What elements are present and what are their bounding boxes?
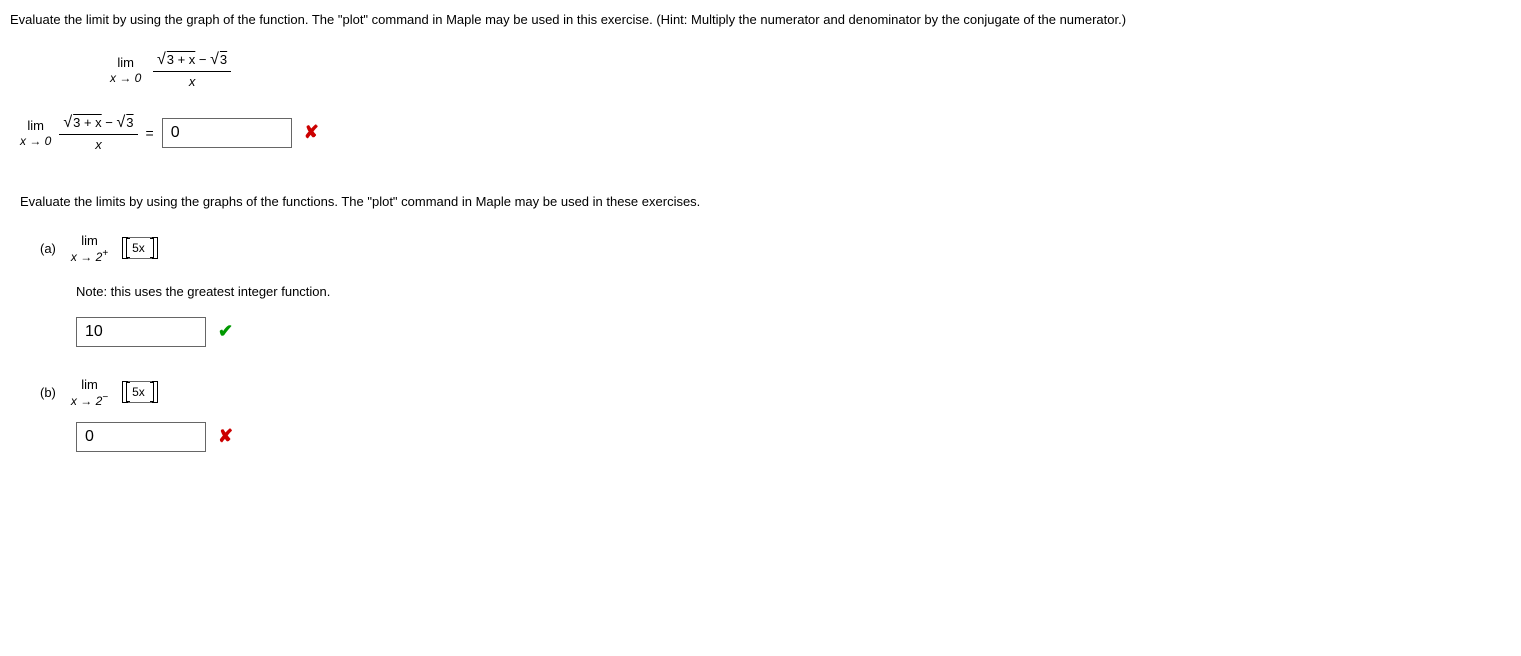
q2-prompt: Evaluate the limits by using the graphs … bbox=[20, 192, 1511, 213]
left-double-bracket-icon bbox=[122, 237, 128, 259]
floor-expression bbox=[122, 381, 158, 403]
q2-part-a: (a) lim x → 2+ bbox=[40, 233, 1511, 264]
q1-limit-display: lim x → 0 √3 + x − √3 x bbox=[110, 51, 1511, 89]
lim-label: lim bbox=[27, 118, 44, 133]
denominator: x bbox=[153, 72, 231, 89]
part-b-label: (b) bbox=[40, 385, 56, 400]
lim-approach: x → 2− bbox=[71, 394, 108, 408]
left-double-bracket-icon bbox=[122, 381, 128, 403]
q2a-note: Note: this uses the greatest integer fun… bbox=[76, 284, 1511, 299]
denominator: x bbox=[59, 135, 137, 152]
lim-label: lim bbox=[81, 233, 98, 248]
floor-expression bbox=[122, 237, 158, 259]
q1-answer-row: lim x → 0 √3 + x − √3 x = ✘ bbox=[20, 114, 1511, 152]
lim-label: lim bbox=[81, 377, 98, 392]
correct-icon: ✔ bbox=[218, 321, 233, 342]
incorrect-icon: ✘ bbox=[218, 426, 233, 447]
lim-approach: x → 0 bbox=[20, 134, 51, 148]
numerator: √3 + x − √3 bbox=[153, 51, 231, 72]
lim-approach: x → 0 bbox=[110, 71, 141, 85]
equals-sign: = bbox=[146, 125, 154, 141]
q1-answer-input[interactable] bbox=[162, 118, 292, 148]
part-a-label: (a) bbox=[40, 241, 56, 256]
q1-prompt: Evaluate the limit by using the graph of… bbox=[10, 10, 1511, 31]
right-double-bracket-icon bbox=[152, 381, 158, 403]
right-double-bracket-icon bbox=[152, 237, 158, 259]
q2b-answer-input[interactable] bbox=[76, 422, 206, 452]
lim-label: lim bbox=[117, 55, 134, 70]
q2a-answer-row: ✔ bbox=[76, 317, 1511, 347]
incorrect-icon: ✘ bbox=[304, 122, 319, 143]
q2a-answer-input[interactable] bbox=[76, 317, 206, 347]
q2b-answer-row: ✘ bbox=[76, 422, 1511, 452]
lim-approach: x → 2+ bbox=[71, 250, 108, 264]
q2-part-b: (b) lim x → 2− bbox=[40, 377, 1511, 408]
numerator: √3 + x − √3 bbox=[59, 114, 137, 135]
